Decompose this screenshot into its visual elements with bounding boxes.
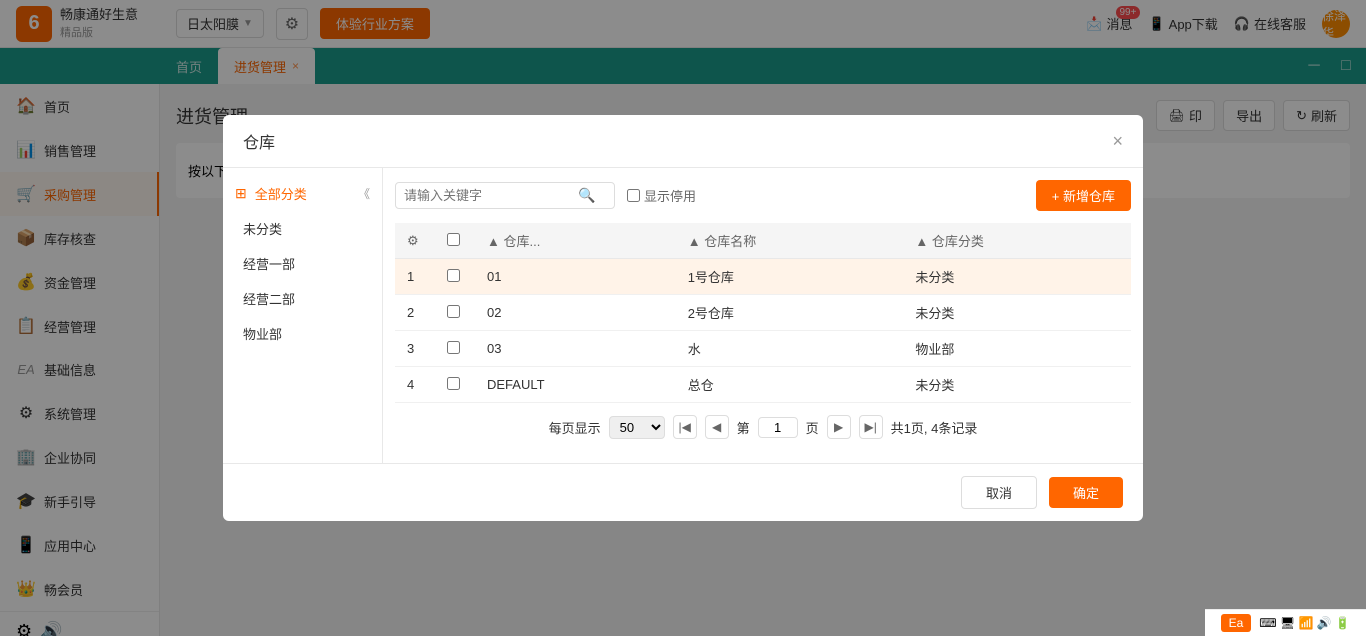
row-code: 01: [475, 259, 676, 295]
row-check: [435, 367, 475, 403]
modal-table-area: 🔍 显示停用 + 新增仓库 ⚙: [383, 168, 1143, 463]
next-page-button[interactable]: ▶: [827, 415, 851, 439]
search-wrapper: 🔍: [395, 182, 615, 209]
search-icon[interactable]: 🔍: [578, 187, 595, 204]
row-name: 总仓: [676, 367, 904, 403]
row-code: DEFAULT: [475, 367, 676, 403]
category-operations-2[interactable]: 经营二部: [223, 281, 382, 316]
grid-icon: ⊞: [235, 185, 247, 202]
per-page-select[interactable]: 50 100 200: [609, 416, 665, 439]
row-check: [435, 331, 475, 367]
category-unclassified[interactable]: 未分类: [223, 211, 382, 246]
add-warehouse-button[interactable]: + 新增仓库: [1036, 180, 1131, 211]
category-property[interactable]: 物业部: [223, 316, 382, 351]
table-header-check: [435, 223, 475, 259]
row-checkbox[interactable]: [447, 341, 460, 354]
row-category: 未分类: [903, 367, 1131, 403]
cancel-button[interactable]: 取消: [961, 476, 1037, 509]
pagination: 每页显示 50 100 200 |◀ ◀ 第 页 ▶ ▶| 共1页, 4条记录: [395, 403, 1131, 451]
table-header-code: ▲ 仓库...: [475, 223, 676, 259]
row-num: 2: [395, 295, 435, 331]
row-category: 物业部: [903, 331, 1131, 367]
row-checkbox[interactable]: [447, 305, 460, 318]
table-header-gear: ⚙: [395, 223, 435, 259]
modal-header: 仓库 ×: [223, 115, 1143, 168]
table-row[interactable]: 1 01 1号仓库 未分类: [395, 259, 1131, 295]
row-category: 未分类: [903, 259, 1131, 295]
search-input[interactable]: [404, 188, 574, 203]
row-code: 03: [475, 331, 676, 367]
taskbar-icons: ⌨ 🖥 📶 🔊 🔋: [1259, 616, 1350, 630]
modal-sidebar-header: ⊞ 全部分类 《: [223, 176, 382, 211]
show-disabled-label: 显示停用: [627, 186, 696, 205]
sort-category-icon: ▲: [915, 234, 928, 249]
table-header-category: ▲ 仓库分类: [903, 223, 1131, 259]
taskbar-ea-label: Ea: [1221, 614, 1252, 632]
warehouse-modal: 仓库 × ⊞ 全部分类 《 未分类 经营一部: [223, 115, 1143, 521]
row-num: 4: [395, 367, 435, 403]
table-header-name: ▲ 仓库名称: [676, 223, 904, 259]
row-name: 1号仓库: [676, 259, 904, 295]
row-check: [435, 295, 475, 331]
row-code: 02: [475, 295, 676, 331]
modal-close-button[interactable]: ×: [1112, 131, 1123, 152]
row-check: [435, 259, 475, 295]
modal-title: 仓库: [243, 129, 275, 153]
sort-name-icon: ▲: [688, 234, 701, 249]
modal-overlay: 仓库 × ⊞ 全部分类 《 未分类 经营一部: [0, 0, 1366, 636]
first-page-button[interactable]: |◀: [673, 415, 697, 439]
show-disabled-checkbox[interactable]: [627, 189, 640, 202]
gear-header-icon: ⚙: [407, 233, 419, 248]
modal-category-sidebar: ⊞ 全部分类 《 未分类 经营一部 经营二部 物业部: [223, 168, 383, 463]
table-header-row: ⚙ ▲ 仓库... ▲: [395, 223, 1131, 259]
confirm-button[interactable]: 确定: [1049, 477, 1123, 508]
row-checkbox[interactable]: [447, 269, 460, 282]
table-row[interactable]: 4 DEFAULT 总仓 未分类: [395, 367, 1131, 403]
row-num: 3: [395, 331, 435, 367]
select-all-checkbox[interactable]: [447, 233, 460, 246]
modal-body: ⊞ 全部分类 《 未分类 经营一部 经营二部 物业部: [223, 168, 1143, 463]
last-page-button[interactable]: ▶|: [859, 415, 883, 439]
warehouse-table: ⚙ ▲ 仓库... ▲: [395, 223, 1131, 403]
taskbar: Ea ⌨ 🖥 📶 🔊 🔋: [1205, 609, 1366, 636]
row-checkbox[interactable]: [447, 377, 460, 390]
table-wrapper: ⚙ ▲ 仓库... ▲: [395, 223, 1131, 403]
table-row[interactable]: 2 02 2号仓库 未分类: [395, 295, 1131, 331]
modal-footer: 取消 确定: [223, 463, 1143, 521]
table-row[interactable]: 3 03 水 物业部: [395, 331, 1131, 367]
row-category: 未分类: [903, 295, 1131, 331]
category-operations-1[interactable]: 经营一部: [223, 246, 382, 281]
row-name: 2号仓库: [676, 295, 904, 331]
prev-page-button[interactable]: ◀: [705, 415, 729, 439]
modal-toolbar: 🔍 显示停用 + 新增仓库: [395, 180, 1131, 211]
row-num: 1: [395, 259, 435, 295]
sort-code-icon: ▲: [487, 234, 500, 249]
collapse-sidebar-button[interactable]: 《: [358, 185, 370, 202]
row-name: 水: [676, 331, 904, 367]
page-number-input[interactable]: [758, 417, 798, 438]
